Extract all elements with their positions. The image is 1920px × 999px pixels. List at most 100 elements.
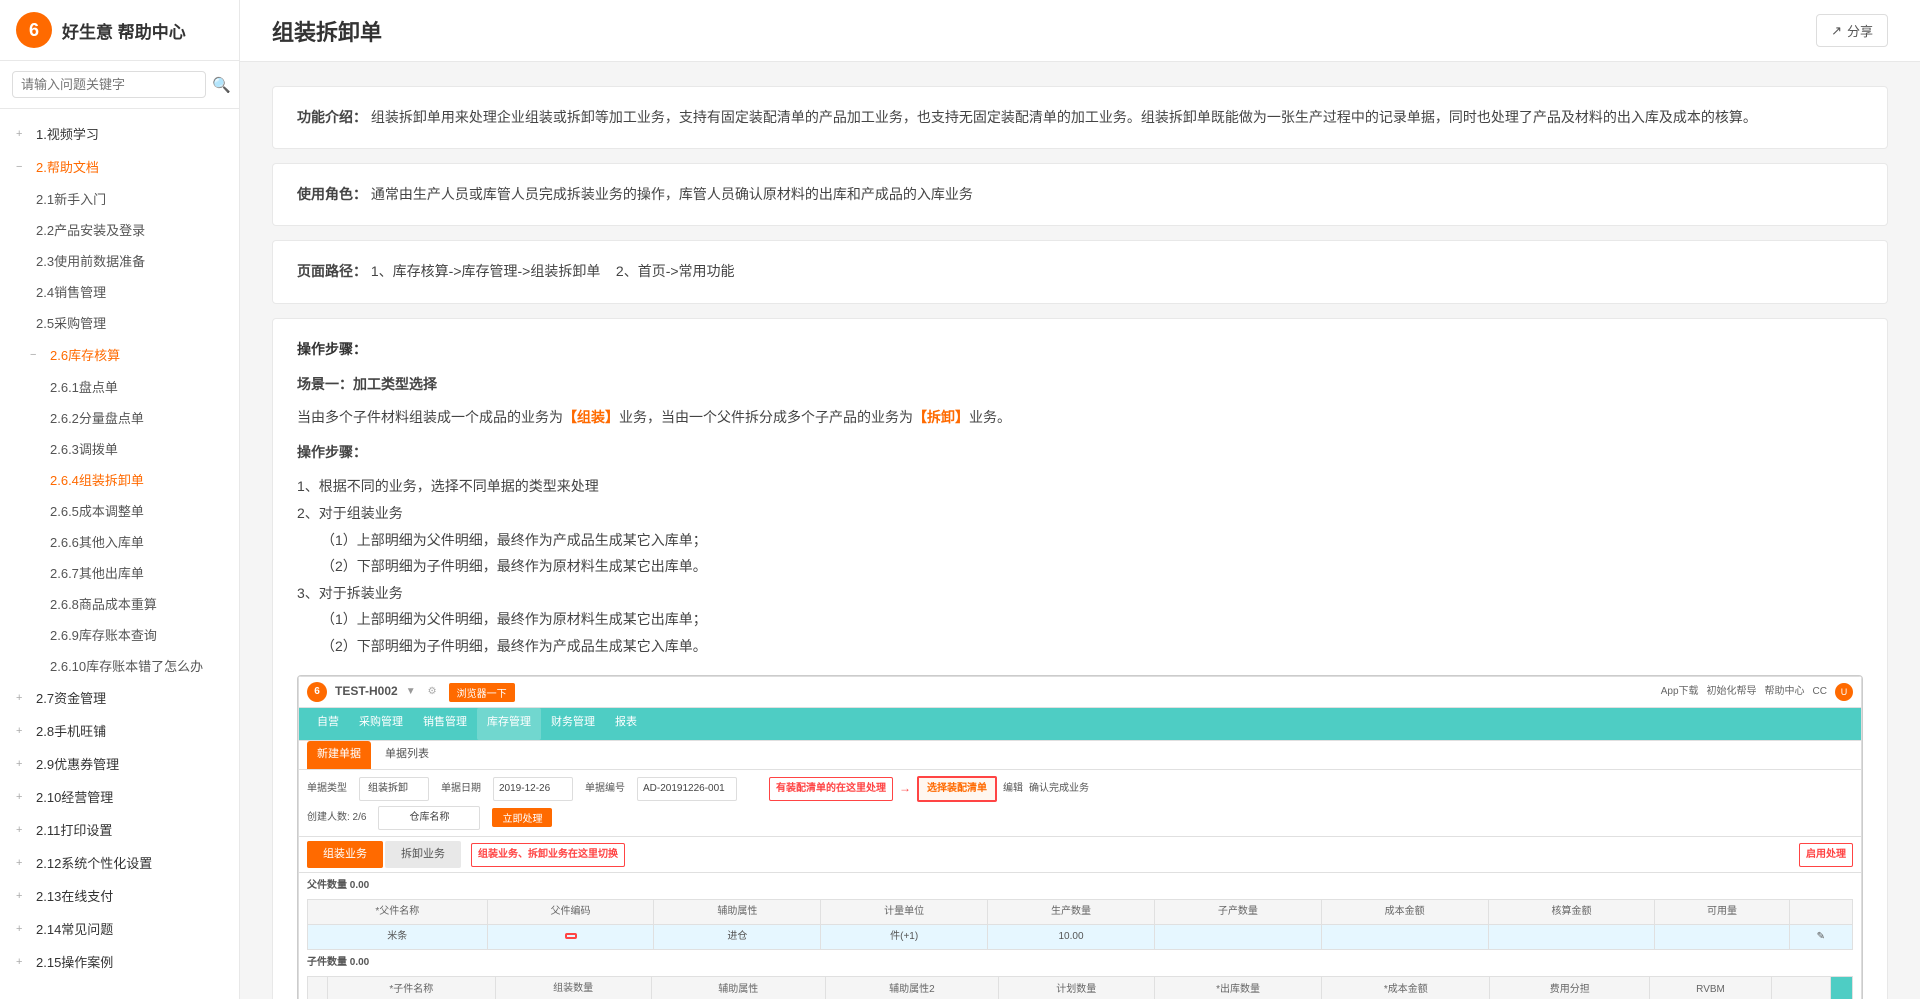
sidebar-item-capital[interactable]: + 2.7资金管理 <box>0 681 239 714</box>
share-label: 分享 <box>1847 21 1873 40</box>
search-input[interactable] <box>12 71 206 98</box>
app-tab-new[interactable]: 新建单据 <box>307 741 371 769</box>
app-extra-btn1[interactable]: 编辑 <box>1003 780 1023 798</box>
app-lower-table-title: 子件数量 0.00 <box>307 954 369 972</box>
share-button[interactable]: ↗ 分享 <box>1816 14 1888 47</box>
sidebar-item-print[interactable]: + 2.11打印设置 <box>0 813 239 846</box>
sidebar-item-purchase[interactable]: 2.5采购管理 <box>0 307 239 338</box>
sidebar-item-stockerr[interactable]: 2.6.10库存账本错了怎么办 <box>0 650 239 681</box>
app-dropdown-icon: ▼ <box>406 683 416 701</box>
upper-td-cost <box>1321 925 1488 950</box>
upper-th-10 <box>1789 900 1852 925</box>
sidebar-item-stockcheck[interactable]: 2.6.9库存账本查询 <box>0 619 239 650</box>
sidebar-item-faq[interactable]: + 2.14常见问题 <box>0 912 239 945</box>
upper-table-header-row: *父件名称 父件编码 辅助属性 计量单位 生产数量 子产数量 成本金额 核算金额… <box>308 900 1853 925</box>
app-bill-label: 单据编号 <box>585 780 625 798</box>
logo-icon: 6 <box>16 12 52 48</box>
search-button[interactable]: 🔍 <box>212 76 231 94</box>
app-action-btn[interactable]: 选择装配清单 <box>917 776 997 802</box>
page-title: 组装拆卸单 <box>272 15 382 47</box>
step-2-2: （2）下部明细为子件明细，最终作为原材料生成某它出库单。 <box>297 553 1863 580</box>
path-item1: 1、库存核算->库存管理->组装拆卸单 <box>371 263 600 279</box>
lower-th-0 <box>308 977 328 999</box>
upper-td-child <box>1154 925 1321 950</box>
app-nav-inventory[interactable]: 库存管理 <box>477 708 541 740</box>
plus-icon-8: + <box>16 857 30 869</box>
lower-th-6: *出库数量 <box>1154 977 1322 999</box>
sidebar-item-outother[interactable]: 2.6.7其他出库单 <box>0 557 239 588</box>
app-screenshot: 6 TEST-H002 ▼ ⚙ 浏览器一下 App下载 初始化帮导 帮助中心 C… <box>298 676 1862 999</box>
upper-th-6: 子产数量 <box>1154 900 1321 925</box>
sidebar-item-inother[interactable]: 2.6.6其他入库单 <box>0 526 239 557</box>
sidebar-item-video-label: 1.视频学习 <box>36 124 99 143</box>
upper-th-2: 父件编码 <box>487 900 654 925</box>
app-nav-sales[interactable]: 销售管理 <box>413 708 477 740</box>
sidebar-item-cost[interactable]: 2.6.5成本调整单 <box>0 495 239 526</box>
app-org-field[interactable]: 仓库名称 <box>378 806 480 830</box>
sidebar-item-docs-label: 2.帮助文档 <box>36 157 99 176</box>
upper-td-action[interactable]: ✎ <box>1789 925 1852 950</box>
app-logo-icon: 6 <box>307 682 327 702</box>
steps-content: 1、根据不同的业务，选择不同单据的类型来处理 2、对于组装业务 （1）上部明细为… <box>297 473 1863 659</box>
app-date-label: 单据日期 <box>441 780 481 798</box>
app-extra-btn2[interactable]: 确认完成业务 <box>1029 780 1089 798</box>
plus-icon-3: + <box>16 692 30 704</box>
app-screenshot-wrapper: 6 TEST-H002 ▼ ⚙ 浏览器一下 App下载 初始化帮导 帮助中心 C… <box>297 675 1863 999</box>
app-form-row1: 单据类型 组装拆卸 单据日期 2019-12-26 单据编号 AD-201912… <box>307 776 1853 802</box>
annotation1-area: 有装配清单的在这里处理 → 选择装配清单 编辑 确认完成业务 <box>769 776 1089 802</box>
app-tab-list[interactable]: 单据列表 <box>375 741 439 769</box>
sidebar-item-adjust[interactable]: 2.6.3调拨单 <box>0 433 239 464</box>
sidebar-item-inventory[interactable]: − 2.6库存核算 <box>0 338 239 371</box>
lower-th-7: *成本金额 <box>1322 977 1490 999</box>
app-settings-icon: ⚙ <box>428 683 437 701</box>
app-top-item1: App下载 <box>1661 683 1699 701</box>
app-tab-assemble[interactable]: 组装业务 <box>307 841 383 869</box>
sidebar-item-goodscost[interactable]: 2.6.8商品成本重算 <box>0 588 239 619</box>
app-nav-purchase[interactable]: 采购管理 <box>349 708 413 740</box>
sidebar-item-sysset-label: 2.12系统个性化设置 <box>36 853 152 872</box>
app-form-row2: 创建人数: 2/6 仓库名称 立即处理 <box>307 806 1853 830</box>
app-nav-home[interactable]: 自营 <box>307 708 349 740</box>
upper-th-8: 核算金额 <box>1488 900 1655 925</box>
upper-th-4: 计量单位 <box>821 900 988 925</box>
app-company-name: TEST-H002 <box>335 681 398 703</box>
upper-td-name: 米条 <box>308 925 488 950</box>
sidebar-item-coupon[interactable]: + 2.9优惠券管理 <box>0 747 239 780</box>
app-nav-reports[interactable]: 报表 <box>605 708 647 740</box>
sidebar-item-assemble[interactable]: 2.6.4组装拆卸单 <box>0 464 239 495</box>
sidebar-item-video[interactable]: + 1.视频学习 <box>0 117 239 150</box>
sidebar-item-install[interactable]: 2.2产品安装及登录 <box>0 214 239 245</box>
sidebar-item-stocktake[interactable]: 2.6.1盘点单 <box>0 371 239 402</box>
app-nav-finance[interactable]: 财务管理 <box>541 708 605 740</box>
sidebar-item-mobile[interactable]: + 2.8手机旺铺 <box>0 714 239 747</box>
app-tab-disassemble[interactable]: 拆卸业务 <box>385 841 461 869</box>
steps-sub-title: 操作步骤： <box>297 440 1863 465</box>
intro-card: 功能介绍： 组装拆卸单用来处理企业组装或拆卸等加工业务，支持有固定装配清单的产品… <box>272 86 1888 149</box>
app-date-field[interactable]: 2019-12-26 <box>493 777 573 801</box>
plus-icon-11: + <box>16 956 30 968</box>
lower-th-4: 辅助属性2 <box>825 977 998 999</box>
sidebar-item-newcomer[interactable]: 2.1新手入门 <box>0 183 239 214</box>
sidebar-item-split[interactable]: 2.6.2分量盘点单 <box>0 402 239 433</box>
app-type-label: 单据类型 <box>307 780 347 798</box>
sidebar-item-sales[interactable]: 2.4销售管理 <box>0 276 239 307</box>
path-card: 页面路径： 1、库存核算->库存管理->组装拆卸单 2、首页->常用功能 <box>272 240 1888 303</box>
sidebar-item-ops[interactable]: + 2.10经营管理 <box>0 780 239 813</box>
steps-card: 操作步骤： 场景一：加工类型选择 当由多个子件材料组装成一个成品的业务为【组装】… <box>272 318 1888 999</box>
sidebar-item-dataprep[interactable]: 2.3使用前数据准备 <box>0 245 239 276</box>
logo-text: 好生意 帮助中心 <box>62 18 186 43</box>
scenario-title: 场景一：加工类型选择 <box>297 376 437 392</box>
main-header: 组装拆卸单 ↗ 分享 <box>240 0 1920 62</box>
sidebar-item-split-label: 2.6.2分量盘点单 <box>50 408 144 427</box>
sidebar-item-coupon-label: 2.9优惠券管理 <box>36 754 119 773</box>
app-confirm-btn[interactable]: 立即处理 <box>492 808 552 827</box>
sidebar-item-cases[interactable]: + 2.15操作案例 <box>0 945 239 978</box>
plus-icon-10: + <box>16 923 30 935</box>
app-bill-field[interactable]: AD-20191226-001 <box>637 777 737 801</box>
app-type-field[interactable]: 组装拆卸 <box>359 777 429 801</box>
minus-icon: − <box>16 161 30 173</box>
sidebar-item-sysset[interactable]: + 2.12系统个性化设置 <box>0 846 239 879</box>
app-browse-button[interactable]: 浏览器一下 <box>449 683 515 702</box>
sidebar-item-docs[interactable]: − 2.帮助文档 <box>0 150 239 183</box>
sidebar-item-onlinepay[interactable]: + 2.13在线支付 <box>0 879 239 912</box>
